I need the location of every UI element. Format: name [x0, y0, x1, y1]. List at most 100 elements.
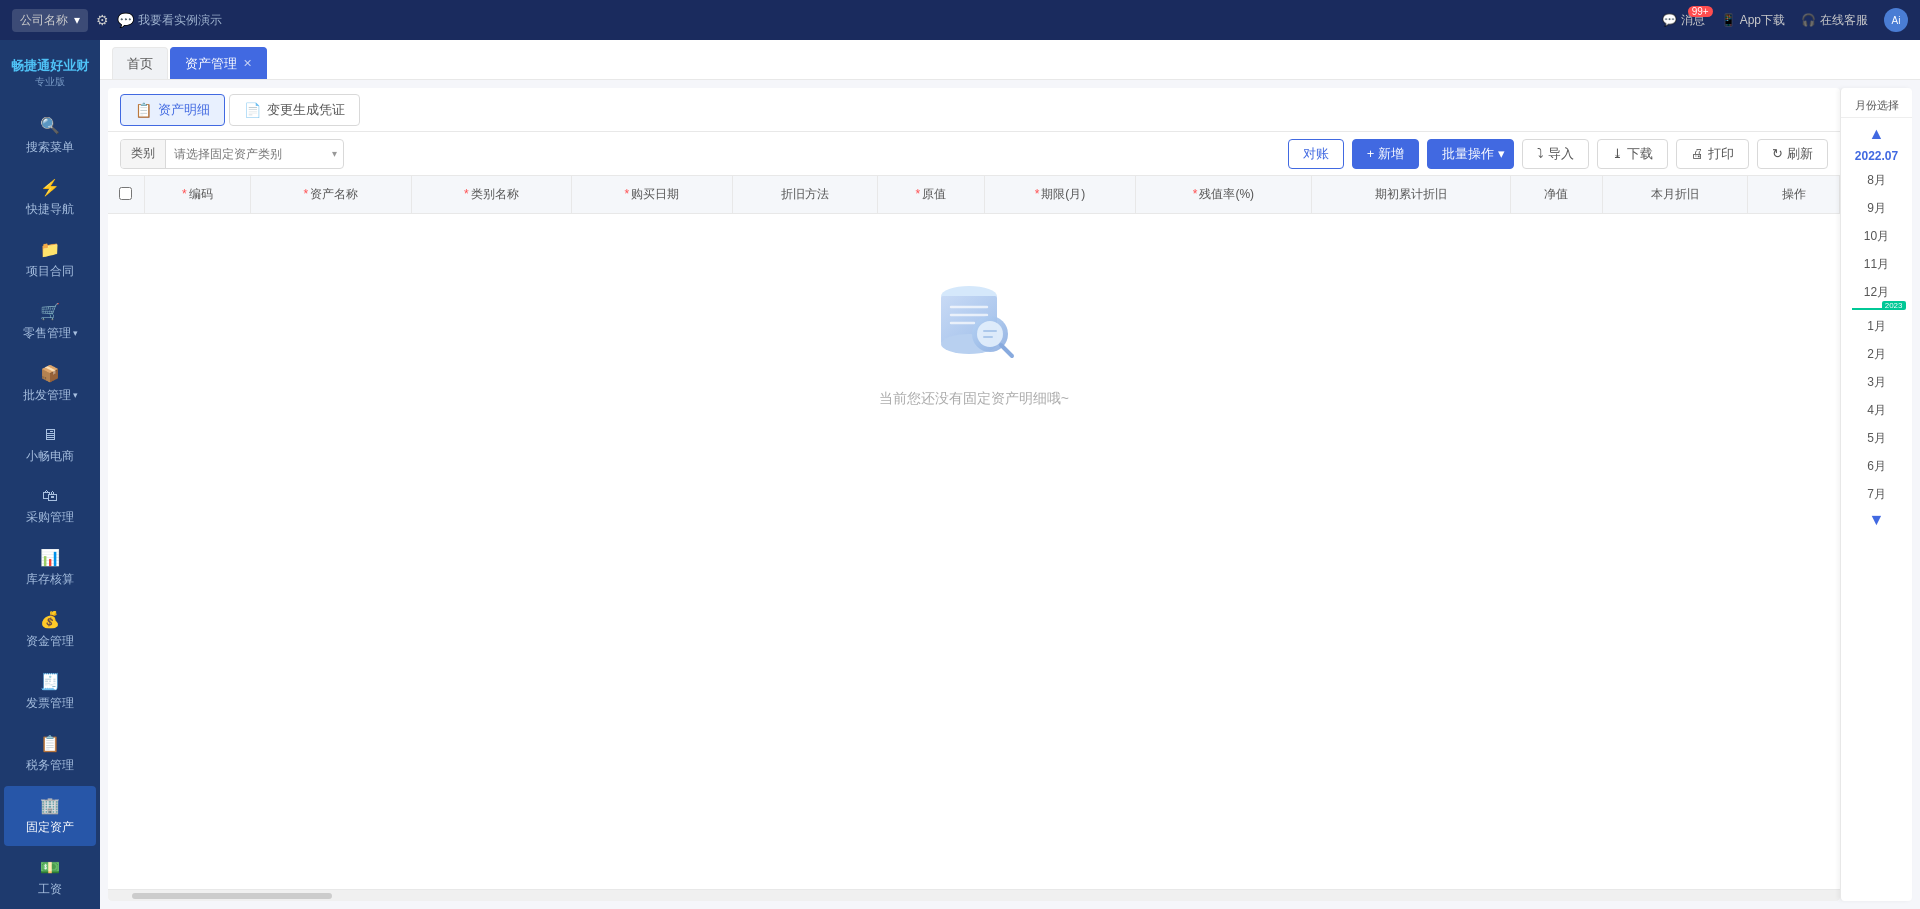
th-monthly-depreciation: 本月折旧 — [1602, 176, 1748, 214]
invoice-icon: 🧾 — [40, 672, 60, 691]
sidebar-label: 发票管理 — [26, 695, 74, 712]
filter-label: 类别 — [121, 140, 166, 168]
month-year-label: 2022.07 — [1855, 146, 1898, 166]
sidebar-item-fixed-assets[interactable]: 🏢 固定资产 — [4, 786, 96, 846]
th-purchase-date: *购买日期 — [572, 176, 732, 214]
month-nav-up[interactable]: ▲ — [1865, 122, 1889, 146]
change-voucher-icon: 📄 — [244, 102, 261, 118]
category-input[interactable] — [166, 140, 326, 168]
add-button[interactable]: + 新增 — [1352, 139, 1419, 169]
top-bar-left: 公司名称 ▾ ⚙ 💬 我要看实例演示 — [12, 9, 1652, 32]
batch-dropdown-icon: ▾ — [1498, 146, 1505, 161]
sidebar-label: 快捷导航 — [26, 201, 74, 218]
sidebar-item-quicknav[interactable]: ⚡ 快捷导航 — [4, 168, 96, 228]
company-selector[interactable]: 公司名称 ▾ — [12, 9, 88, 32]
app-download-item[interactable]: 📱 App下载 — [1721, 12, 1785, 29]
settings-icon[interactable]: ⚙ — [96, 12, 109, 28]
print-icon: 🖨 — [1691, 146, 1704, 161]
refresh-button[interactable]: ↻ 刷新 — [1757, 139, 1828, 169]
month-item-11[interactable]: 11月 — [1850, 251, 1904, 277]
svg-point-7 — [977, 321, 1003, 347]
main-panel: 📋 资产明细 📄 变更生成凭证 类别 ▾ — [108, 88, 1840, 901]
month-item-10[interactable]: 10月 — [1850, 223, 1904, 249]
import-button[interactable]: ⤵ 导入 — [1522, 139, 1589, 169]
th-accumulated-depreciation: 期初累计折旧 — [1311, 176, 1510, 214]
retail-icon: 🛒 — [40, 302, 60, 321]
arrow-icon: ▾ — [73, 390, 78, 400]
horizontal-scrollbar[interactable] — [108, 889, 1840, 901]
dropdown-icon: ▾ — [74, 13, 80, 27]
th-term: *期限(月) — [984, 176, 1135, 214]
filter-dropdown-icon[interactable]: ▾ — [326, 148, 343, 159]
sidebar-label: 库存核算 — [26, 571, 74, 588]
month-item-3[interactable]: 3月 — [1850, 369, 1904, 395]
sidebar-label: 小畅电商 — [26, 448, 74, 465]
wholesale-icon: 📦 — [40, 364, 60, 383]
th-code: *编码 — [144, 176, 251, 214]
th-name: *资产名称 — [251, 176, 411, 214]
message-badge: 99+ — [1688, 6, 1713, 17]
sidebar-item-inventory[interactable]: 📊 库存核算 — [4, 538, 96, 598]
month-panel-header: 月份选择 — [1841, 94, 1912, 118]
sub-tab-asset-detail[interactable]: 📋 资产明细 — [120, 94, 225, 126]
table-header-row: *编码 *资产名称 *类别名称 *购买日期 折旧方法 *原值 *期限(月) *残… — [108, 176, 1840, 214]
sidebar-label-with-arrow: 批发管理 ▾ — [23, 387, 78, 404]
sidebar-item-tax[interactable]: 📋 税务管理 — [4, 724, 96, 784]
online-service-item[interactable]: 🎧 在线客服 — [1801, 12, 1868, 29]
sidebar-item-invoice[interactable]: 🧾 发票管理 — [4, 662, 96, 722]
demo-link[interactable]: 💬 我要看实例演示 — [117, 12, 222, 29]
sidebar-item-retail[interactable]: 🛒 零售管理 ▾ — [4, 292, 96, 352]
tab-home[interactable]: 首页 — [112, 47, 168, 79]
sidebar-logo: 畅捷通好业财 专业版 — [0, 48, 100, 105]
company-name: 公司名称 — [20, 12, 68, 29]
asset-table: *编码 *资产名称 *类别名称 *购买日期 折旧方法 *原值 *期限(月) *残… — [108, 176, 1840, 468]
search-icon: 🔍 — [40, 116, 60, 135]
message-item[interactable]: 💬 消息 99+ — [1662, 12, 1705, 29]
tab-bar: 首页 资产管理 ✕ — [100, 40, 1920, 80]
sidebar-item-ecommerce[interactable]: 🖥 小畅电商 — [4, 416, 96, 475]
avatar[interactable]: Ai — [1884, 8, 1908, 32]
month-item-5[interactable]: 5月 — [1850, 425, 1904, 451]
tab-asset-management[interactable]: 资产管理 ✕ — [170, 47, 267, 79]
month-item-7[interactable]: 7月 — [1850, 481, 1904, 507]
svg-line-8 — [1001, 345, 1012, 356]
match-button[interactable]: 对账 — [1288, 139, 1344, 169]
sidebar-item-finance[interactable]: 💰 资金管理 — [4, 600, 96, 660]
th-original-value: *原值 — [878, 176, 985, 214]
category-filter[interactable]: 类别 ▾ — [120, 139, 344, 169]
logo-sub: 专业版 — [8, 75, 92, 89]
sidebar-label: 搜索菜单 — [26, 139, 74, 156]
select-all-checkbox[interactable] — [119, 187, 132, 200]
asset-detail-icon: 📋 — [135, 102, 152, 118]
scroll-thumb[interactable] — [132, 893, 332, 899]
month-item-2[interactable]: 2月 — [1850, 341, 1904, 367]
month-item-4[interactable]: 4月 — [1850, 397, 1904, 423]
month-item-9[interactable]: 9月 — [1850, 195, 1904, 221]
sidebar-item-salary[interactable]: 💵 工资 — [4, 848, 96, 908]
print-button[interactable]: 🖨 打印 — [1676, 139, 1749, 169]
batch-button[interactable]: 批量操作 ▾ — [1427, 139, 1514, 169]
sidebar-item-wholesale[interactable]: 📦 批发管理 ▾ — [4, 354, 96, 414]
sidebar: 畅捷通好业财 专业版 🔍 搜索菜单 ⚡ 快捷导航 📁 项目合同 🛒 零售管理 ▾… — [0, 40, 100, 909]
sub-tab-change-voucher[interactable]: 📄 变更生成凭证 — [229, 94, 360, 126]
import-icon: ⤵ — [1537, 146, 1544, 161]
month-nav-down[interactable]: ▼ — [1865, 508, 1889, 532]
month-item-8[interactable]: 8月 — [1850, 167, 1904, 193]
checkbox-col-header[interactable] — [108, 176, 144, 214]
th-category: *类别名称 — [411, 176, 571, 214]
sidebar-item-purchase[interactable]: 🛍 采购管理 — [4, 477, 96, 536]
message-icon: 💬 — [1662, 13, 1677, 27]
sidebar-item-project[interactable]: 📁 项目合同 — [4, 230, 96, 290]
download-icon: ⤓ — [1612, 146, 1623, 161]
empty-state: 当前您还没有固定资产明细哦~ — [108, 214, 1840, 468]
month-item-1[interactable]: 1月 — [1850, 313, 1904, 339]
download-button[interactable]: ⤓ 下载 — [1597, 139, 1668, 169]
tab-close-icon[interactable]: ✕ — [243, 57, 252, 70]
month-item-6[interactable]: 6月 — [1850, 453, 1904, 479]
page-content: 📋 资产明细 📄 变更生成凭证 类别 ▾ — [100, 80, 1920, 909]
content-area: 首页 资产管理 ✕ 📋 资产明细 📄 变更生成凭证 — [100, 40, 1920, 909]
tax-icon: 📋 — [40, 734, 60, 753]
empty-text: 当前您还没有固定资产明细哦~ — [879, 390, 1069, 408]
toolbar-right: 对账 + 新增 批量操作 ▾ ⤵ 导入 ⤓ 下载 — [1288, 139, 1828, 169]
sidebar-item-search[interactable]: 🔍 搜索菜单 — [4, 106, 96, 166]
